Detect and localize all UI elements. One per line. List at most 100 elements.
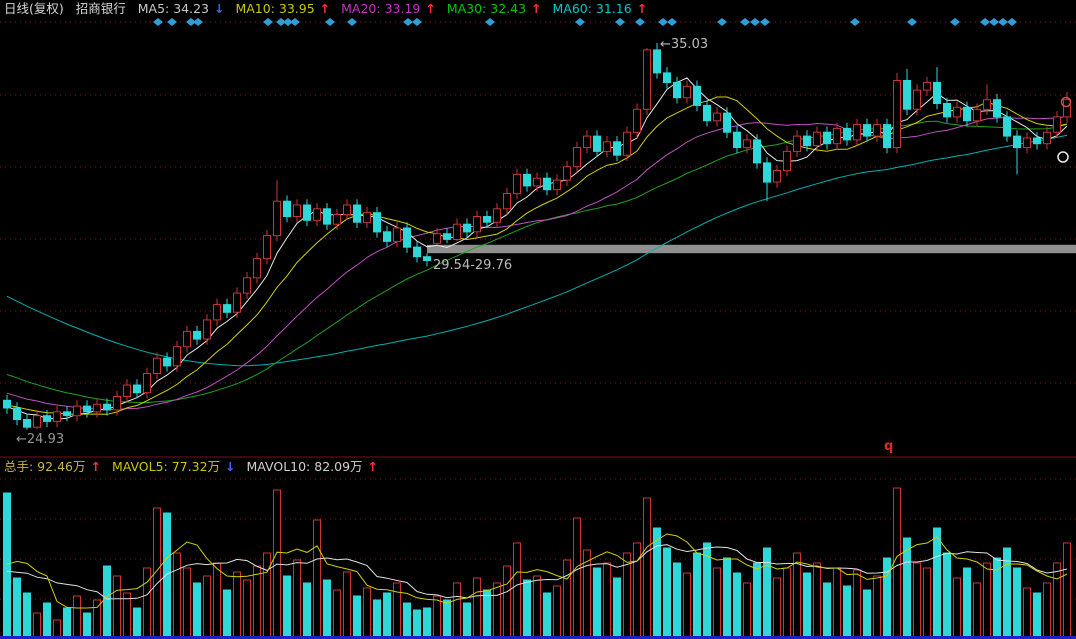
volume-bar [374,600,381,638]
candle-body [414,247,421,257]
ma20-value: MA20: 33.19 [341,1,420,16]
candle-body [954,107,961,117]
volume-bar [1024,588,1031,638]
volume-bar [304,583,311,638]
stock-chart-window: ←35.03←24.9329.54-29.76q 日线(复权) 招商银行 MA5… [0,0,1076,639]
candle-body [294,205,301,217]
candle-body [614,142,621,155]
candle-body [234,293,241,312]
candle-body [54,412,61,422]
volume-bar [334,590,341,638]
volume-bar [74,596,81,638]
ma30-trend-arrow: ↑ [531,1,541,16]
volume-bar [384,593,391,638]
volume-bar [694,553,701,638]
candle-body [844,128,851,140]
ma10-trend-arrow: ↑ [320,1,330,16]
candle-body [934,82,941,103]
ma5-readout: MA5: 34.23 ↓ [138,1,236,16]
volume-bar [824,583,831,638]
volume-bar [64,608,71,638]
candle-body [604,142,611,152]
candle-body [774,171,781,183]
volume-bar [254,566,261,638]
volume-bar [454,583,461,638]
volume-bar [174,553,181,638]
volume-bar [134,608,141,638]
volume-bar [624,553,631,638]
candle-body [684,86,691,98]
candle-body [764,163,771,182]
candle-body [224,305,231,313]
low-price-label: ←24.93 [16,432,64,447]
candle-body [1044,132,1051,144]
volume-bar [184,568,191,638]
volume-bar [234,572,241,638]
volume-bar [214,563,221,638]
volume-bar [844,586,851,638]
volume-bar [554,586,561,638]
volume-bar [764,548,771,638]
volume-bar [654,528,661,638]
volume-bar [934,528,941,638]
candle-body [104,404,111,410]
candle-body [304,205,311,220]
volume-bar [1034,593,1041,638]
candle-body [514,174,521,193]
volume-bar [534,576,541,638]
volume-bar [404,603,411,638]
candle-body [4,400,11,408]
volume-bar [854,570,861,638]
candle-body [474,217,481,232]
candle-body [804,136,811,146]
candlestick-chart-canvas[interactable]: ←35.03←24.9329.54-29.76q [0,0,1076,639]
candle-body [134,385,141,393]
volume-bar [294,560,301,638]
candle-body [274,201,281,236]
candle-body [324,209,331,224]
candle-body [874,125,881,137]
candle-body [904,81,911,110]
ma60-trend-arrow: ↑ [637,1,647,16]
candle-body [364,213,371,223]
ma20-trend-arrow: ↑ [425,1,435,16]
volume-bar [734,573,741,638]
candle-body [784,151,791,170]
candle-body [204,320,211,339]
candle-body [334,215,341,225]
candle-body [184,331,191,346]
candle-body [744,140,751,148]
candle-body [434,234,441,244]
volume-bar [804,573,811,638]
volume-bar [904,538,911,638]
volume-bar [434,596,441,638]
volume-bar [344,572,351,638]
candle-body [914,90,921,109]
volume-bar [244,580,251,638]
volume-bar [574,518,581,638]
candle-body [444,234,451,240]
candle-body [354,205,361,222]
volume-bar [24,593,31,638]
total-volume-value: 总手: 92.46万 [4,459,85,474]
candle-body [284,201,291,216]
volume-bar [864,590,871,638]
volume-bar [1054,563,1061,638]
candle-body [654,50,661,73]
candle-body [494,209,501,222]
volume-bar [774,578,781,638]
candle-body [194,331,201,339]
volume-bar [914,563,921,638]
volume-bar [784,568,791,638]
ma10-value: MA10: 33.95 [235,1,314,16]
volume-bar [164,513,171,638]
volume-bar [964,568,971,638]
candle-body [44,416,51,422]
volume-bar [794,553,801,638]
volume-bar [954,578,961,638]
candle-body [34,416,41,428]
volume-bar [684,573,691,638]
mavol5-trend-arrow: ↓ [225,459,235,474]
candle-body [924,82,931,90]
main-chart-header: 日线(复权) 招商银行 MA5: 34.23 ↓ MA10: 33.95 ↑ M… [4,1,654,16]
